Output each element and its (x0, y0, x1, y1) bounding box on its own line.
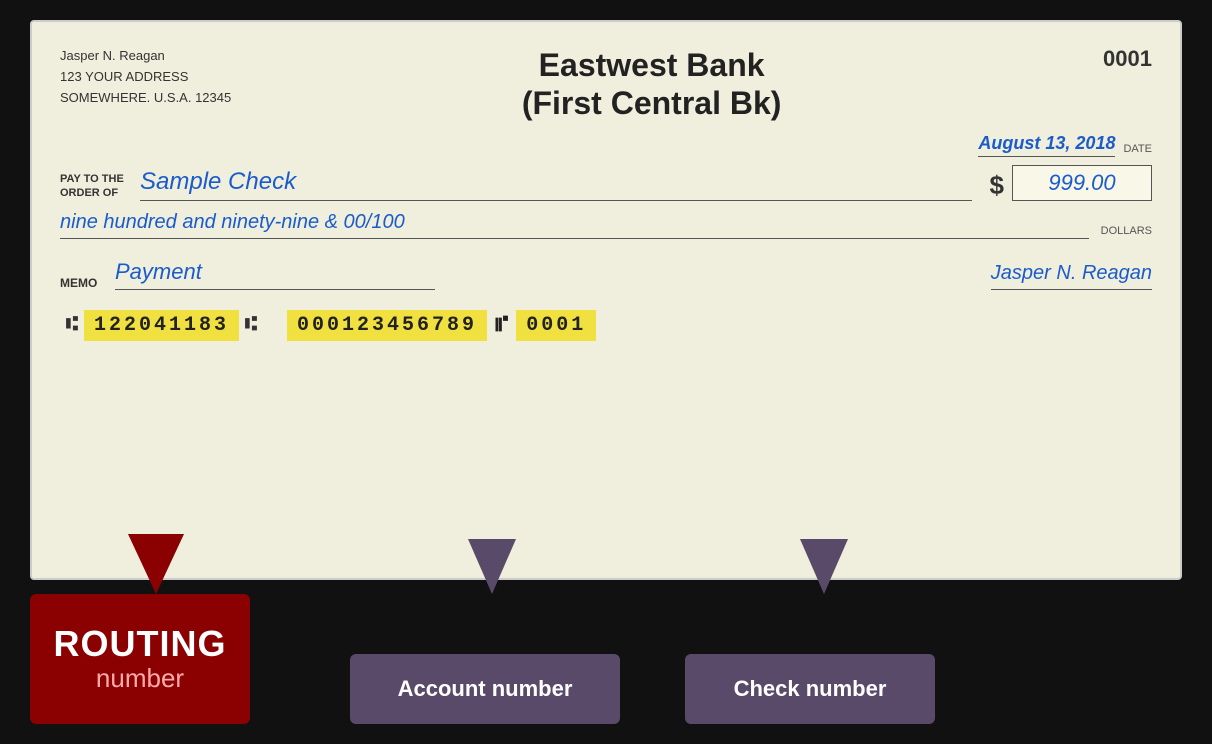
micr-symbol-left1: ⑆ (66, 314, 78, 337)
micr-routing: 122041183 (84, 310, 239, 341)
dollars-label: DOLLARS (1101, 225, 1152, 237)
signature: Jasper N. Reagan (991, 262, 1152, 284)
micr-account: 000123456789 (287, 310, 487, 341)
amount-box: 999.00 (1012, 165, 1152, 201)
written-amount: nine hundred and ninety-nine & 00/100 (60, 211, 1089, 239)
memo-label: MEMO (60, 276, 115, 290)
sender-name: Jasper N. Reagan (60, 46, 231, 67)
pay-to-label: PAY TO THE ORDER OF (60, 172, 130, 201)
sender-info: Jasper N. Reagan 123 YOUR ADDRESS SOMEWH… (60, 46, 231, 108)
arrow-account (468, 539, 516, 594)
micr-symbol-right1: ⑆ (245, 314, 257, 337)
date-label: DATE (1123, 143, 1152, 155)
arrow-routing (128, 534, 184, 594)
dollar-sign: $ (990, 170, 1004, 201)
micr-line: ⑆ 122041183 ⑆ ​ 000123456789 ⑈ 0001 (60, 310, 1152, 341)
check-number-label: Check number (685, 654, 935, 724)
routing-text-line1: ROUTING (54, 624, 227, 664)
arrow-check (800, 539, 848, 594)
routing-label: ROUTING number (30, 594, 250, 724)
account-number-label: Account number (350, 654, 620, 724)
sender-address2: SOMEWHERE. U.S.A. 12345 (60, 88, 231, 109)
date-value: August 13, 2018 (978, 133, 1115, 157)
sender-address1: 123 YOUR ADDRESS (60, 67, 231, 88)
routing-text-line2: number (96, 663, 184, 694)
bottom-labels-area: ROUTING number Account number Check numb… (0, 584, 1212, 744)
check-number-text: Check number (734, 676, 887, 702)
payee-name: Sample Check (140, 168, 296, 195)
account-number-text: Account number (398, 676, 573, 702)
check-number-top: 0001 (1072, 46, 1152, 72)
bank-name: Eastwest Bank (First Central Bk) (231, 46, 1072, 123)
check-document: Jasper N. Reagan 123 YOUR ADDRESS SOMEWH… (30, 20, 1182, 580)
memo-value: Payment (115, 259, 435, 290)
micr-equals: ⑈ (495, 313, 508, 338)
micr-check-number: 0001 (516, 310, 596, 341)
